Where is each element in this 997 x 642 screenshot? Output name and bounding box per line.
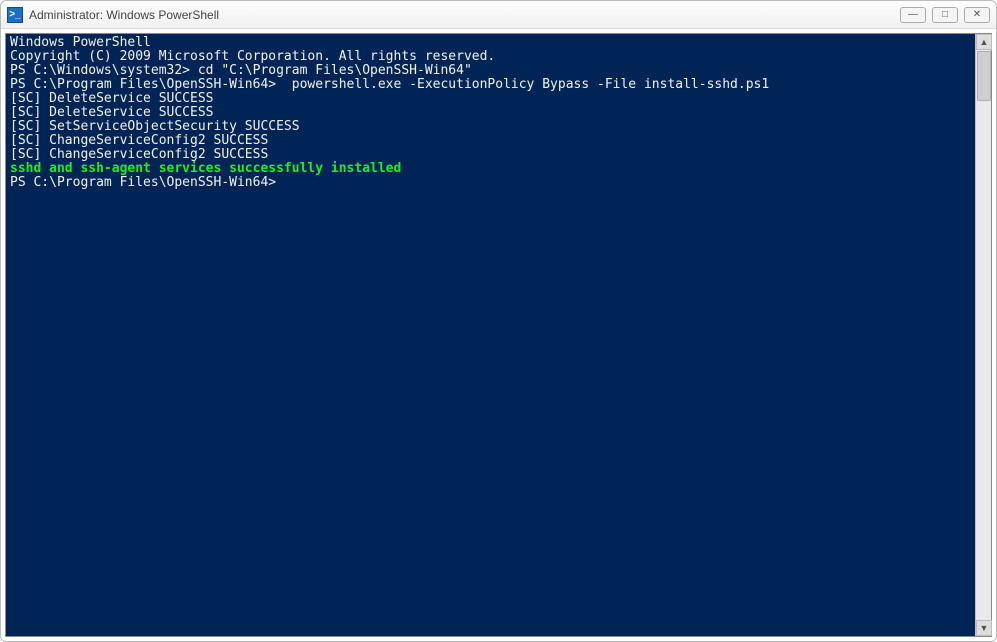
terminal-line: Copyright (C) 2009 Microsoft Corporation… xyxy=(10,50,971,64)
terminal-container: Windows PowerShellCopyright (C) 2009 Mic… xyxy=(5,33,992,637)
scroll-down-button[interactable]: ▼ xyxy=(976,620,992,636)
terminal-line: [SC] DeleteService SUCCESS xyxy=(10,106,971,120)
terminal-line: [SC] ChangeServiceConfig2 SUCCESS xyxy=(10,148,971,162)
terminal-line: Windows PowerShell xyxy=(10,36,971,50)
minimize-button[interactable]: — xyxy=(900,7,926,23)
terminal-line: PS C:\Program Files\OpenSSH-Win64> power… xyxy=(10,78,971,92)
window-title: Administrator: Windows PowerShell xyxy=(29,8,219,22)
terminal-output[interactable]: Windows PowerShellCopyright (C) 2009 Mic… xyxy=(6,34,975,636)
scroll-thumb[interactable] xyxy=(977,51,991,101)
terminal-line: [SC] DeleteService SUCCESS xyxy=(10,92,971,106)
scroll-up-button[interactable]: ▲ xyxy=(976,34,992,50)
terminal-line: [SC] SetServiceObjectSecurity SUCCESS xyxy=(10,120,971,134)
maximize-button[interactable]: □ xyxy=(932,7,958,23)
powershell-icon: >_ xyxy=(7,7,23,23)
titlebar[interactable]: >_ Administrator: Windows PowerShell — □… xyxy=(1,1,996,29)
terminal-line: PS C:\Program Files\OpenSSH-Win64> xyxy=(10,176,971,190)
vertical-scrollbar[interactable]: ▲ ▼ xyxy=(975,34,991,636)
client-area: Windows PowerShellCopyright (C) 2009 Mic… xyxy=(1,29,996,641)
terminal-line: PS C:\Windows\system32> cd "C:\Program F… xyxy=(10,64,971,78)
close-button[interactable]: ✕ xyxy=(964,7,990,23)
terminal-line: [SC] ChangeServiceConfig2 SUCCESS xyxy=(10,134,971,148)
powershell-window: >_ Administrator: Windows PowerShell — □… xyxy=(0,0,997,642)
terminal-line: sshd and ssh-agent services successfully… xyxy=(10,162,971,176)
window-controls: — □ ✕ xyxy=(900,7,990,23)
